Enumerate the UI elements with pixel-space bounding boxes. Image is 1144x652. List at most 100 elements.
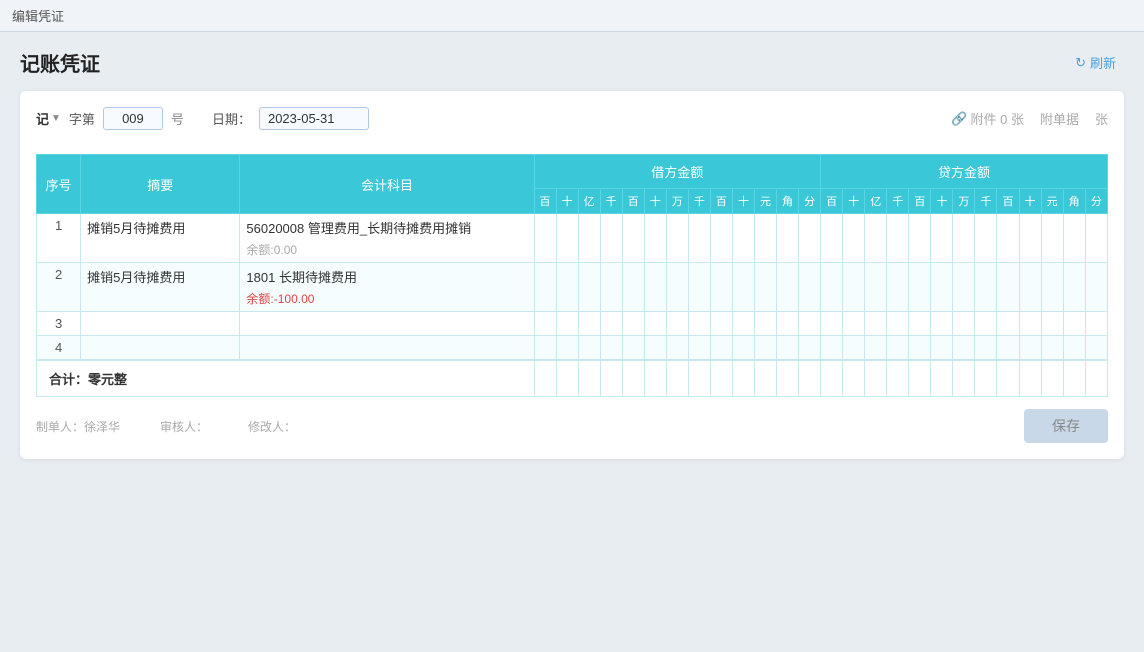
row-account[interactable]: 1801 长期待摊费用余额:-100.00 — [240, 263, 534, 312]
debit-digit-cell[interactable] — [556, 214, 578, 263]
debit-digit-cell[interactable] — [556, 312, 578, 336]
credit-digit-cell[interactable] — [975, 263, 997, 312]
row-account[interactable]: 56020008 管理费用_长期待摊费用摊销余额:0.00 — [240, 214, 534, 263]
debit-digit-cell[interactable] — [600, 336, 622, 361]
debit-digit-cell[interactable] — [777, 312, 799, 336]
credit-digit-cell[interactable] — [1063, 263, 1085, 312]
credit-digit-cell[interactable] — [931, 263, 953, 312]
credit-digit-cell[interactable] — [1041, 263, 1063, 312]
credit-digit-cell[interactable] — [1019, 336, 1041, 361]
debit-digit-cell[interactable] — [754, 336, 776, 361]
credit-digit-cell[interactable] — [909, 214, 931, 263]
credit-digit-cell[interactable] — [931, 336, 953, 361]
credit-digit-cell[interactable] — [887, 214, 909, 263]
debit-digit-cell[interactable] — [732, 263, 754, 312]
debit-digit-cell[interactable] — [666, 263, 688, 312]
debit-digit-cell[interactable] — [666, 336, 688, 361]
credit-digit-cell[interactable] — [1063, 214, 1085, 263]
debit-digit-cell[interactable] — [578, 312, 600, 336]
credit-digit-cell[interactable] — [1085, 336, 1107, 361]
debit-digit-cell[interactable] — [688, 263, 710, 312]
credit-digit-cell[interactable] — [975, 214, 997, 263]
credit-digit-cell[interactable] — [865, 312, 887, 336]
debit-digit-cell[interactable] — [644, 263, 666, 312]
debit-digit-cell[interactable] — [556, 336, 578, 361]
credit-digit-cell[interactable] — [975, 312, 997, 336]
debit-digit-cell[interactable] — [754, 312, 776, 336]
credit-digit-cell[interactable] — [1085, 312, 1107, 336]
debit-digit-cell[interactable] — [644, 312, 666, 336]
row-summary[interactable]: 摊销5月待摊费用 — [81, 214, 240, 263]
credit-digit-cell[interactable] — [821, 312, 843, 336]
debit-digit-cell[interactable] — [600, 214, 622, 263]
debit-digit-cell[interactable] — [688, 336, 710, 361]
debit-digit-cell[interactable] — [578, 336, 600, 361]
debit-digit-cell[interactable] — [777, 214, 799, 263]
debit-digit-cell[interactable] — [732, 214, 754, 263]
credit-digit-cell[interactable] — [953, 263, 975, 312]
credit-digit-cell[interactable] — [997, 214, 1019, 263]
credit-digit-cell[interactable] — [821, 336, 843, 361]
credit-digit-cell[interactable] — [821, 214, 843, 263]
debit-digit-cell[interactable] — [710, 336, 732, 361]
debit-digit-cell[interactable] — [754, 214, 776, 263]
type-dropdown[interactable]: 记 ▼ — [36, 109, 61, 128]
credit-digit-cell[interactable] — [865, 336, 887, 361]
credit-digit-cell[interactable] — [1041, 312, 1063, 336]
credit-digit-cell[interactable] — [1085, 263, 1107, 312]
credit-digit-cell[interactable] — [953, 312, 975, 336]
credit-digit-cell[interactable] — [843, 312, 865, 336]
credit-digit-cell[interactable] — [1085, 214, 1107, 263]
debit-digit-cell[interactable] — [644, 336, 666, 361]
credit-digit-cell[interactable] — [975, 336, 997, 361]
debit-digit-cell[interactable] — [600, 312, 622, 336]
credit-digit-cell[interactable] — [997, 263, 1019, 312]
credit-digit-cell[interactable] — [843, 263, 865, 312]
debit-digit-cell[interactable] — [777, 263, 799, 312]
attach-slip-button[interactable]: 附单据 — [1040, 109, 1079, 128]
credit-digit-cell[interactable] — [909, 336, 931, 361]
row-account[interactable] — [240, 312, 534, 336]
credit-digit-cell[interactable] — [887, 312, 909, 336]
credit-digit-cell[interactable] — [865, 214, 887, 263]
credit-digit-cell[interactable] — [821, 263, 843, 312]
credit-digit-cell[interactable] — [997, 312, 1019, 336]
debit-digit-cell[interactable] — [710, 263, 732, 312]
debit-digit-cell[interactable] — [534, 263, 556, 312]
debit-digit-cell[interactable] — [732, 336, 754, 361]
credit-digit-cell[interactable] — [1063, 312, 1085, 336]
credit-digit-cell[interactable] — [931, 312, 953, 336]
debit-digit-cell[interactable] — [732, 312, 754, 336]
debit-digit-cell[interactable] — [666, 214, 688, 263]
debit-digit-cell[interactable] — [666, 312, 688, 336]
credit-digit-cell[interactable] — [953, 214, 975, 263]
credit-digit-cell[interactable] — [887, 336, 909, 361]
credit-digit-cell[interactable] — [887, 263, 909, 312]
save-button[interactable]: 保存 — [1024, 409, 1108, 443]
credit-digit-cell[interactable] — [843, 336, 865, 361]
debit-digit-cell[interactable] — [534, 336, 556, 361]
credit-digit-cell[interactable] — [1041, 336, 1063, 361]
debit-digit-cell[interactable] — [688, 214, 710, 263]
credit-digit-cell[interactable] — [953, 336, 975, 361]
debit-digit-cell[interactable] — [622, 312, 644, 336]
date-input[interactable] — [259, 107, 369, 130]
debit-digit-cell[interactable] — [622, 214, 644, 263]
debit-digit-cell[interactable] — [600, 263, 622, 312]
debit-digit-cell[interactable] — [534, 312, 556, 336]
credit-digit-cell[interactable] — [1019, 312, 1041, 336]
debit-digit-cell[interactable] — [534, 214, 556, 263]
debit-digit-cell[interactable] — [754, 263, 776, 312]
credit-digit-cell[interactable] — [1041, 214, 1063, 263]
debit-digit-cell[interactable] — [578, 263, 600, 312]
debit-digit-cell[interactable] — [777, 336, 799, 361]
debit-digit-cell[interactable] — [710, 214, 732, 263]
debit-digit-cell[interactable] — [644, 214, 666, 263]
debit-digit-cell[interactable] — [578, 214, 600, 263]
debit-digit-cell[interactable] — [799, 263, 821, 312]
credit-digit-cell[interactable] — [1019, 263, 1041, 312]
credit-digit-cell[interactable] — [997, 336, 1019, 361]
credit-digit-cell[interactable] — [909, 312, 931, 336]
debit-digit-cell[interactable] — [688, 312, 710, 336]
debit-digit-cell[interactable] — [799, 312, 821, 336]
